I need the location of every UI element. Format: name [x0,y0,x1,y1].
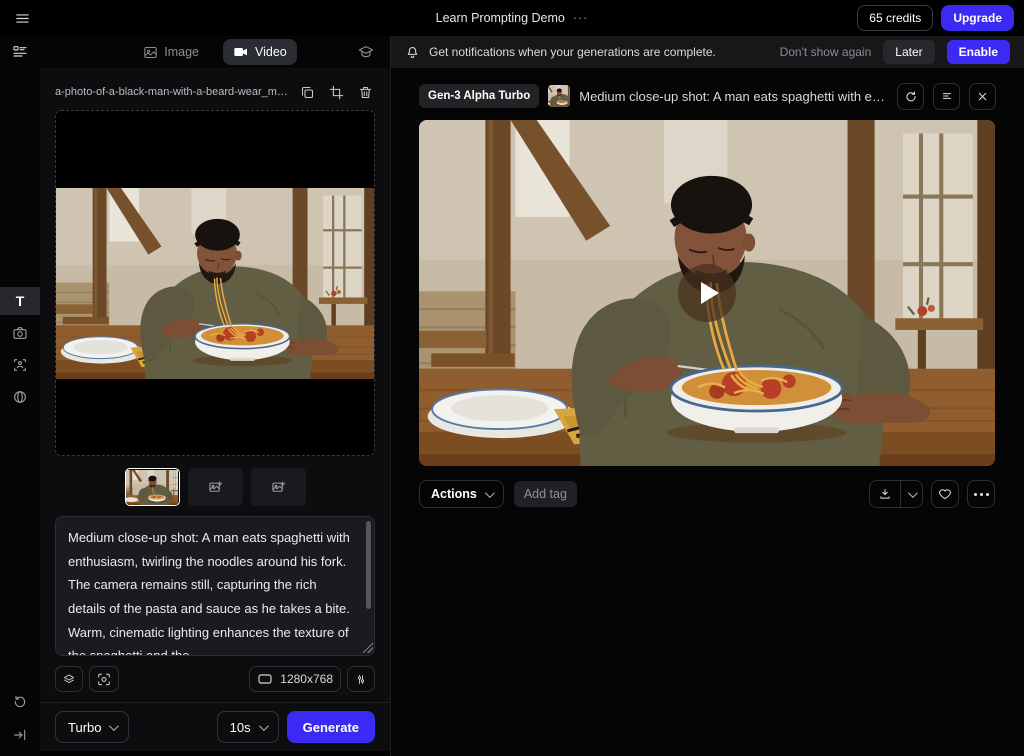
motion-tool-icon[interactable] [0,351,40,379]
composer-panel: a-photo-of-a-black-man-with-a-beard-wear… [40,68,390,751]
chevron-down-icon [259,721,269,731]
title-ellipsis-icon: ··· [573,11,589,25]
input-image [56,188,374,379]
display-icon [257,671,273,687]
crop-icon[interactable] [327,83,346,102]
layers-icon[interactable] [55,666,83,692]
details-lines-icon[interactable] [933,83,960,110]
regenerate-icon[interactable] [897,83,924,110]
duplicate-icon[interactable] [298,83,317,102]
more-options-icon[interactable] [967,480,995,508]
notification-message: Get notifications when your generations … [429,45,716,59]
keyframe-strip [55,468,375,506]
model-badge: Gen-3 Alpha Turbo [419,84,539,108]
dont-show-again-button[interactable]: Don't show again [780,45,872,59]
duration-select[interactable]: 10s [217,711,279,743]
generate-button[interactable]: Generate [287,711,375,743]
tab-image[interactable]: Image [133,39,209,65]
tool-rail: T [0,68,40,756]
notification-bar: Get notifications when your generations … [390,36,1024,68]
play-icon [701,282,719,304]
collapse-panel-icon[interactable] [8,723,32,747]
download-options-button[interactable] [900,481,922,507]
resize-handle-icon[interactable] [363,643,373,653]
upgrade-button[interactable]: Upgrade [941,5,1014,31]
generated-video[interactable] [419,120,995,466]
download-icon[interactable] [870,481,900,507]
history-icon[interactable] [8,689,32,713]
top-bar: Learn Prompting Demo··· 65 credits Upgra… [0,0,1024,36]
chevron-down-icon [109,721,119,731]
text-tool-icon[interactable]: T [0,287,40,315]
prompt-input[interactable]: Medium close-up shot: A man eats spaghet… [55,516,375,656]
later-button[interactable]: Later [883,40,934,64]
favorite-heart-icon[interactable] [931,480,959,508]
result-thumbnail [548,85,570,107]
menu-icon[interactable] [10,6,35,31]
add-keyframe-slot-2[interactable] [251,468,306,506]
add-keyframe-slot-1[interactable] [188,468,243,506]
resolution-value: 1280x768 [280,672,333,686]
resolution-button[interactable]: 1280x768 [249,666,341,692]
add-tag-button[interactable]: Add tag [514,481,577,507]
result-title: Medium close-up shot: A man eats spaghet… [579,89,888,104]
mode-tabs: Image Video [40,36,390,68]
fix-face-icon[interactable] [89,666,119,692]
input-image-preview[interactable] [55,110,375,456]
chevron-down-icon [908,488,918,498]
model-select[interactable]: Turbo [55,711,129,743]
result-stage: Gen-3 Alpha Turbo Medium close-up shot: … [390,68,1024,756]
enable-button[interactable]: Enable [947,40,1010,64]
download-split-button [869,480,923,508]
bell-icon [405,45,420,60]
image-add-icon [271,480,286,495]
prompt-scrollbar[interactable] [366,521,371,609]
input-image-filename: a-photo-of-a-black-man-with-a-beard-wear… [55,86,288,98]
actions-dropdown[interactable]: Actions [419,480,504,508]
learn-cap-icon[interactable] [354,40,378,64]
credits-button[interactable]: 65 credits [857,5,933,31]
sphere-tool-icon[interactable] [0,383,40,411]
close-icon[interactable] [969,83,996,110]
play-button[interactable] [678,264,736,322]
video-camera-icon [233,44,249,60]
tab-video[interactable]: Video [223,39,297,65]
image-icon [143,45,158,60]
trash-icon[interactable] [356,83,375,102]
sub-row: Image Video Get notifications when your … [0,36,1024,68]
settings-sliders-icon[interactable] [347,666,375,692]
chevron-down-icon [485,488,495,498]
image-add-icon [208,480,223,495]
camera-tool-icon[interactable] [0,319,40,347]
keyframe-thumb-selected[interactable] [125,468,180,506]
